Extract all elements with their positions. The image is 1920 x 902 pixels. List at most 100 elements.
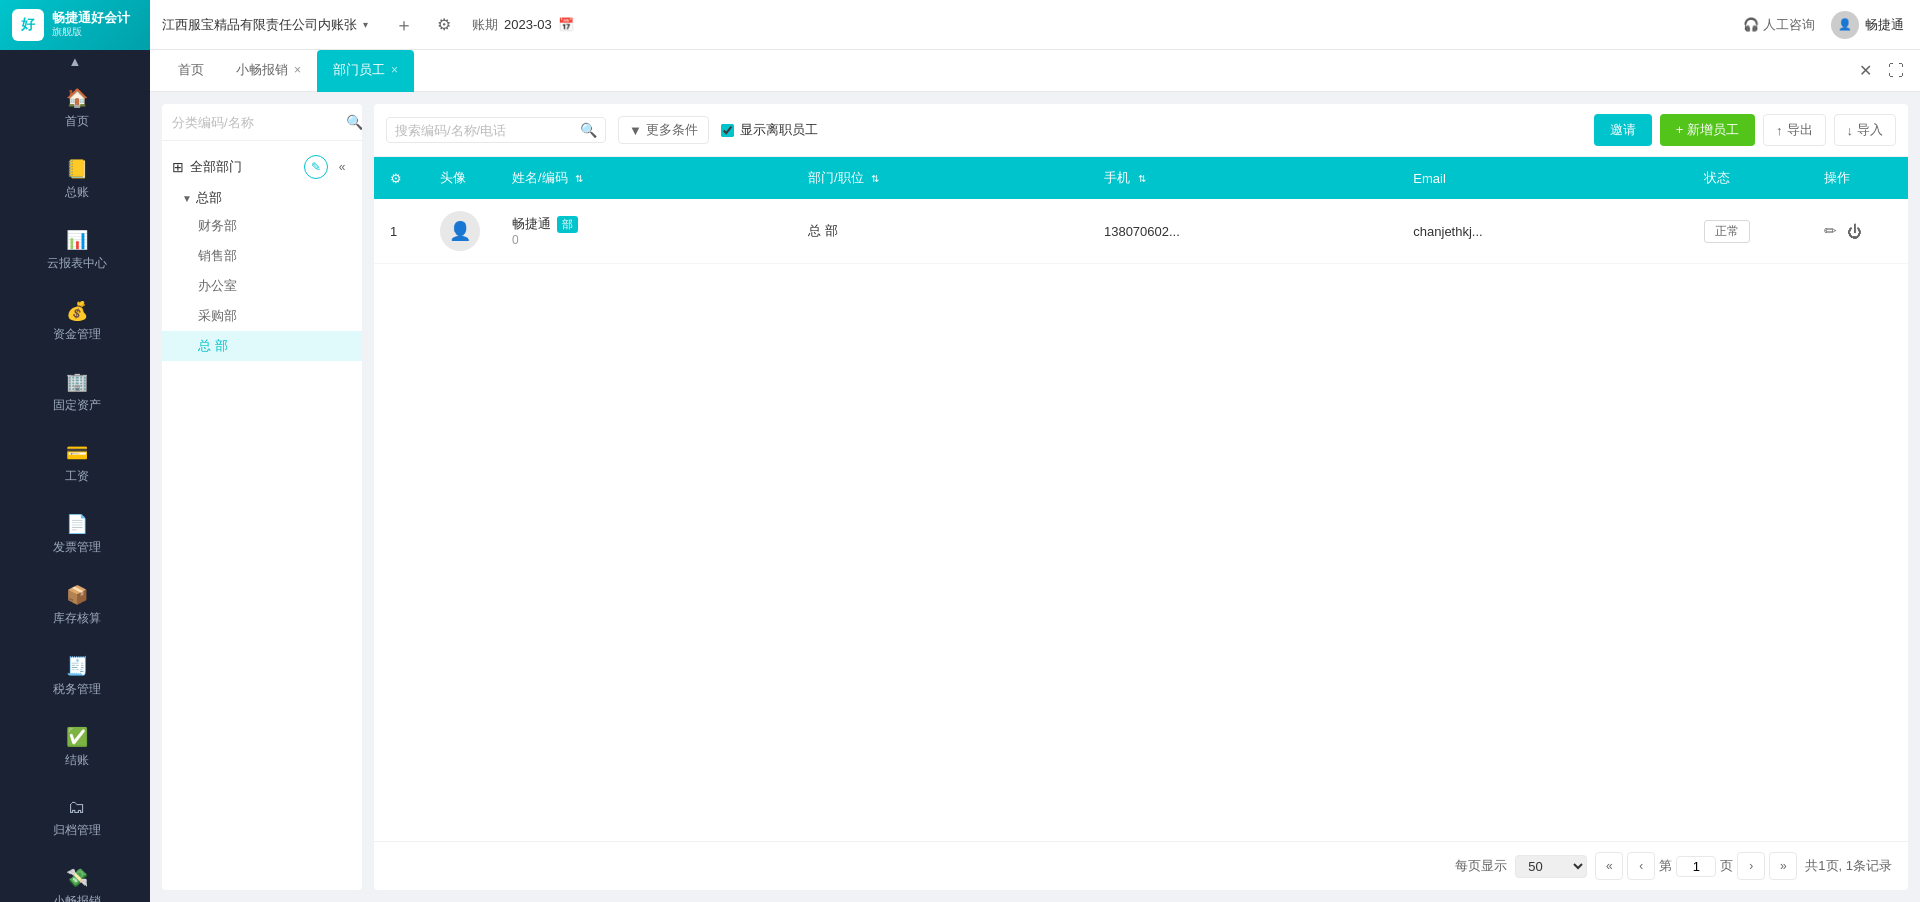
dept-item-purchasing[interactable]: 采购部 bbox=[162, 301, 362, 331]
tab-employees[interactable]: 部门员工 × bbox=[317, 50, 414, 92]
employee-search-icon[interactable]: 🔍 bbox=[580, 122, 597, 138]
page-content: 🔍 ⊞ 全部部门 ✎ « bbox=[150, 92, 1920, 902]
sort-name-icon: ⇅ bbox=[575, 173, 583, 184]
dept-search-input[interactable] bbox=[172, 115, 340, 130]
first-page-button[interactable]: « bbox=[1595, 852, 1623, 880]
sidebar-label-tax: 税务管理 bbox=[53, 681, 101, 698]
col-dept[interactable]: 部门/职位 ⇅ bbox=[792, 157, 1088, 199]
sidebar-item-assets[interactable]: 🏢 固定资产 bbox=[0, 357, 150, 428]
dept-collapse-button[interactable]: « bbox=[332, 157, 352, 177]
sidebar-label-home: 首页 bbox=[65, 113, 89, 130]
row-dept: 总 部 bbox=[792, 199, 1088, 264]
sidebar-label-archive: 归档管理 bbox=[53, 822, 101, 839]
tab-maximize-button[interactable]: ⛶ bbox=[1884, 57, 1908, 84]
row-phone: 138070602... bbox=[1088, 199, 1397, 264]
logo-sub: 旗舰版 bbox=[52, 25, 130, 39]
show-resigned-checkbox[interactable] bbox=[721, 124, 734, 137]
top-header: 好 畅捷通好会计 旗舰版 江西服宝精品有限责任公司内账张 ▾ ＋ ⚙ 账期 20… bbox=[0, 0, 1920, 50]
next-page-button[interactable]: › bbox=[1737, 852, 1765, 880]
row-email: chanjethkj... bbox=[1397, 199, 1688, 264]
calendar-icon[interactable]: 📅 bbox=[558, 17, 574, 32]
last-page-button[interactable]: » bbox=[1769, 852, 1797, 880]
sidebar-item-invoices[interactable]: 📄 发票管理 bbox=[0, 499, 150, 570]
logo-area: 好 畅捷通好会计 旗舰版 bbox=[0, 0, 150, 50]
user-area[interactable]: 👤 畅捷通 bbox=[1831, 11, 1904, 39]
ledger-icon: 📒 bbox=[66, 158, 88, 180]
add-account-button[interactable]: ＋ bbox=[392, 13, 416, 37]
invoices-icon: 📄 bbox=[66, 513, 88, 535]
period-area: 账期 2023-03 📅 bbox=[472, 16, 574, 34]
sidebar-label-funds: 资金管理 bbox=[53, 326, 101, 343]
company-selector[interactable]: 江西服宝精品有限责任公司内账张 ▾ bbox=[150, 16, 380, 34]
user-name: 畅捷通 bbox=[1865, 16, 1904, 34]
sidebar-item-ledger[interactable]: 📒 总账 bbox=[0, 144, 150, 215]
name-cell: 畅捷通 部 bbox=[512, 215, 776, 233]
col-actions: 操作 bbox=[1808, 157, 1908, 199]
dept-edit-button[interactable]: ✎ bbox=[304, 155, 328, 179]
sidebar-label-reports: 云报表中心 bbox=[47, 255, 107, 272]
sidebar-item-inventory[interactable]: 📦 库存核算 bbox=[0, 570, 150, 641]
consultation-button[interactable]: 🎧 人工咨询 bbox=[1743, 16, 1815, 34]
sidebar-item-funds[interactable]: 💰 资金管理 bbox=[0, 286, 150, 357]
tab-close-button[interactable]: ✕ bbox=[1855, 57, 1876, 84]
sidebar-item-tax[interactable]: 🧾 税务管理 bbox=[0, 641, 150, 712]
prev-page-button[interactable]: ‹ bbox=[1627, 852, 1655, 880]
page-total: 共1页, 1条记录 bbox=[1805, 857, 1892, 875]
sidebar-item-closing[interactable]: ✅ 结账 bbox=[0, 712, 150, 783]
add-employee-button[interactable]: + 新增员工 bbox=[1660, 114, 1755, 146]
dept-item-sales[interactable]: 销售部 bbox=[162, 241, 362, 271]
content-area: 首页 小畅报销 × 部门员工 × ✕ ⛶ 🔍 bbox=[150, 50, 1920, 902]
sidebar-label-ledger: 总账 bbox=[65, 184, 89, 201]
import-button[interactable]: ↓ 导入 bbox=[1834, 114, 1897, 146]
dept-all-header[interactable]: ⊞ 全部部门 ✎ « bbox=[162, 149, 362, 185]
sort-phone-icon: ⇅ bbox=[1138, 173, 1146, 184]
export-button[interactable]: ↑ 导出 bbox=[1763, 114, 1826, 146]
dept-panel: 🔍 ⊞ 全部部门 ✎ « bbox=[162, 104, 362, 890]
closing-icon: ✅ bbox=[66, 726, 88, 748]
settings-button[interactable]: ⚙ bbox=[432, 13, 456, 37]
page-size-select[interactable]: 50 10 20 100 bbox=[1515, 855, 1587, 878]
sidebar-item-archive[interactable]: 🗂 归档管理 bbox=[0, 783, 150, 853]
header-actions: ＋ ⚙ 账期 2023-03 📅 bbox=[392, 13, 574, 37]
employee-name: 畅捷通 bbox=[512, 215, 551, 233]
col-settings[interactable]: ⚙ bbox=[374, 157, 424, 199]
sidebar-item-reports[interactable]: 📊 云报表中心 bbox=[0, 215, 150, 286]
inventory-icon: 📦 bbox=[66, 584, 88, 606]
show-resigned-label: 显示离职员工 bbox=[740, 121, 818, 139]
sidebar: ▲ 🏠 首页 📒 总账 📊 云报表中心 💰 资金管理 🏢 固定资产 💳 工资 📄… bbox=[0, 50, 150, 902]
tab-home[interactable]: 首页 bbox=[162, 50, 220, 92]
reports-icon: 📊 bbox=[66, 229, 88, 251]
sidebar-label-expense: 小畅报销 bbox=[53, 893, 101, 902]
invite-button[interactable]: 邀请 bbox=[1594, 114, 1652, 146]
sidebar-item-home[interactable]: 🏠 首页 bbox=[0, 73, 150, 144]
col-name[interactable]: 姓名/编码 ⇅ bbox=[496, 157, 792, 199]
show-resigned-area[interactable]: 显示离职员工 bbox=[721, 121, 818, 139]
period-label: 账期 bbox=[472, 16, 498, 34]
employee-data-table: ⚙ 头像 姓名/编码 ⇅ 部门/职位 ⇅ 手机 ⇅ Email 状态 操作 bbox=[374, 157, 1908, 264]
tab-bar-actions: ✕ ⛶ bbox=[1855, 57, 1908, 84]
employee-search-input[interactable] bbox=[395, 123, 574, 138]
archive-icon: 🗂 bbox=[68, 797, 86, 818]
avatar: 👤 bbox=[1831, 11, 1859, 39]
headset-icon: 🎧 bbox=[1743, 17, 1759, 32]
dept-item-finance[interactable]: 财务部 bbox=[162, 211, 362, 241]
sidebar-label-salary: 工资 bbox=[65, 468, 89, 485]
assets-icon: 🏢 bbox=[66, 371, 88, 393]
tab-employees-close[interactable]: × bbox=[391, 63, 398, 77]
dept-search-icon[interactable]: 🔍 bbox=[346, 114, 362, 130]
page-input[interactable] bbox=[1676, 856, 1716, 877]
tab-expense[interactable]: 小畅报销 × bbox=[220, 50, 317, 92]
dept-group-label-headquarters[interactable]: ▼ 总部 bbox=[162, 185, 362, 211]
sidebar-item-expense[interactable]: 💸 小畅报销 bbox=[0, 853, 150, 902]
sidebar-item-salary[interactable]: 💳 工资 bbox=[0, 428, 150, 499]
edit-button[interactable]: ✏ bbox=[1824, 222, 1837, 240]
dept-item-office[interactable]: 办公室 bbox=[162, 271, 362, 301]
filter-button[interactable]: ▼ 更多条件 bbox=[618, 116, 709, 144]
employee-panel: 🔍 ▼ 更多条件 显示离职员工 邀请 + 新增员工 ↑ bbox=[374, 104, 1908, 890]
import-icon: ↓ bbox=[1847, 123, 1854, 138]
logout-button[interactable]: ⏻ bbox=[1847, 223, 1862, 240]
tab-expense-close[interactable]: × bbox=[294, 63, 301, 77]
sidebar-scroll-up[interactable]: ▲ bbox=[0, 50, 150, 73]
dept-item-headquarters[interactable]: 总 部 bbox=[162, 331, 362, 361]
col-phone[interactable]: 手机 ⇅ bbox=[1088, 157, 1397, 199]
